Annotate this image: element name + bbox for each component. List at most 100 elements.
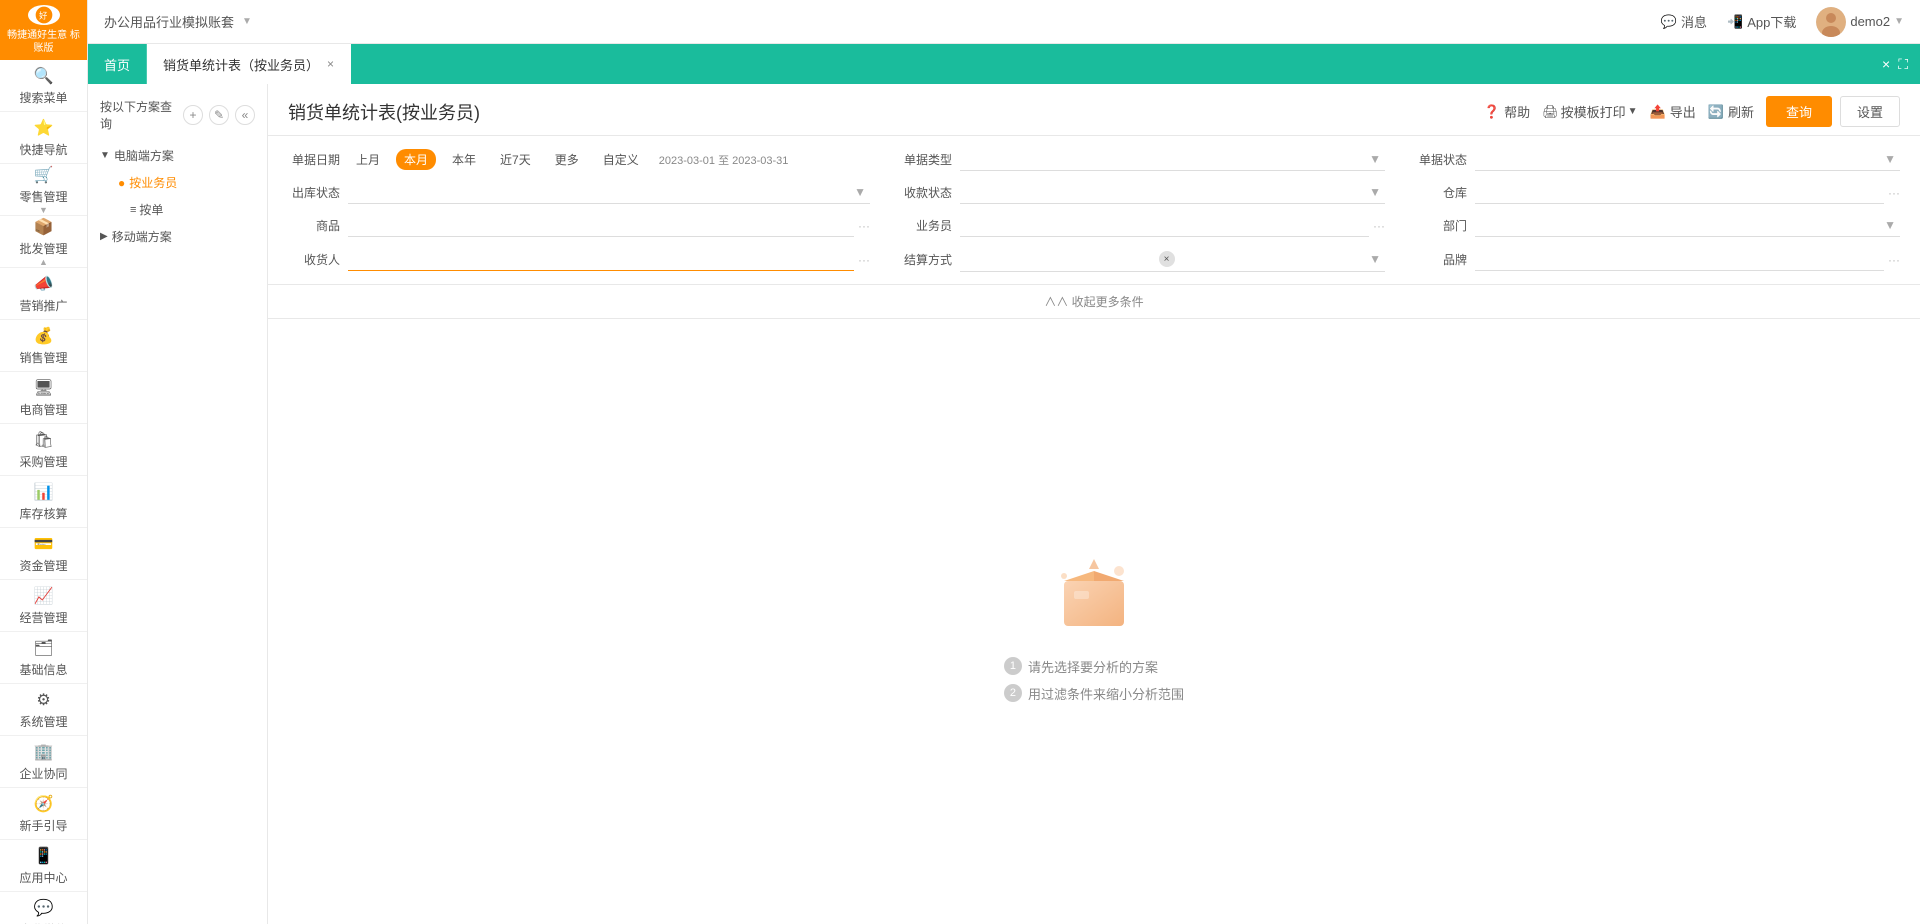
filter-department-field: 部门 ▼ xyxy=(1415,214,1900,237)
sidebar-item-operations[interactable]: 📈 经营管理 xyxy=(0,580,87,632)
receiver-label: 收货人 xyxy=(288,251,340,268)
help-icon: ❓ xyxy=(1484,104,1500,120)
help-btn[interactable]: ❓ 帮助 xyxy=(1484,102,1530,121)
sidebar-item-inventory[interactable]: 📊 库存核算 xyxy=(0,476,87,528)
ecommerce-icon: 🖥 xyxy=(33,378,53,398)
salesperson-input[interactable] xyxy=(960,214,1369,237)
window-maximize-btn[interactable]: ⛶ xyxy=(1898,56,1908,73)
sidebar-item-search[interactable]: 🔍 搜索菜单 xyxy=(0,60,87,112)
sidebar-item-wechat[interactable]: 💬 企业微信 xyxy=(0,892,87,924)
collapse-panel-btn[interactable]: « xyxy=(235,105,255,125)
department-select[interactable]: ▼ xyxy=(1475,214,1900,237)
sidebar-item-quicknav[interactable]: ⭐ 快捷导航 xyxy=(0,112,87,164)
sidebar-item-purchase[interactable]: 🛍 采购管理 xyxy=(0,424,87,476)
warehouse-more-icon[interactable]: ··· xyxy=(1888,186,1900,200)
filter-doctype-field: 单据类型 ▼ xyxy=(900,148,1385,171)
print-btn[interactable]: 🖨 按模板打印 ▼ xyxy=(1542,102,1637,121)
receivestatus-dropdown-icon: ▼ xyxy=(1369,185,1381,199)
sidebar-item-sales[interactable]: 💰 销售管理 xyxy=(0,320,87,372)
outstatus-label: 出库状态 xyxy=(288,184,340,201)
docstatus-label: 单据状态 xyxy=(1415,151,1467,168)
breadcrumb-dropdown-icon[interactable]: ▼ xyxy=(242,16,252,27)
date-btn-7days[interactable]: 近7天 xyxy=(492,149,539,170)
filter-outstatus-field: 出库状态 ▼ xyxy=(288,181,870,204)
doctype-select[interactable]: ▼ xyxy=(960,148,1385,171)
product-more-icon[interactable]: ··· xyxy=(858,219,870,233)
sidebar-item-appcenter[interactable]: 📱 应用中心 xyxy=(0,840,87,892)
filter-salesperson-field: 业务员 ··· xyxy=(900,214,1385,237)
date-label: 单据日期 xyxy=(288,151,340,168)
date-btn-thismonth[interactable]: 本月 xyxy=(396,149,436,170)
date-btn-custom[interactable]: 自定义 xyxy=(595,149,647,170)
date-btn-lastmonth[interactable]: 上月 xyxy=(348,149,388,170)
date-filter: 上月 本月 本年 近7天 更多 自定义 2023-03-01 至 2023-03… xyxy=(348,149,788,170)
tree-group-mobile[interactable]: ▶ 移动端方案 xyxy=(88,223,267,250)
sidebar-item-marketing[interactable]: 📣 营销推广 xyxy=(0,268,87,320)
retail-icon: 🛒 xyxy=(34,165,54,185)
newuser-icon: 🧭 xyxy=(34,794,54,814)
sidebar-item-ecommerce[interactable]: 🖥 电商管理 xyxy=(0,372,87,424)
tree-toggle-icon: ▼ xyxy=(100,150,110,161)
main-area: 办公用品行业模拟账套 ▼ 💬 消息 📲 App下载 demo2 ▼ 首页 xyxy=(88,0,1920,924)
warehouse-input[interactable] xyxy=(1475,181,1884,204)
quicknav-icon: ⭐ xyxy=(34,118,54,138)
user-profile[interactable]: demo2 ▼ xyxy=(1816,7,1904,37)
sidebar-item-basic[interactable]: 🗂 基础信息 xyxy=(0,632,87,684)
brand-input[interactable] xyxy=(1475,248,1884,271)
active-item-icon: ● xyxy=(118,176,125,190)
tree-subitem-order[interactable]: ≡ 按单 xyxy=(88,196,267,223)
outstatus-select[interactable]: ▼ xyxy=(348,181,870,204)
export-icon: 📤 xyxy=(1650,104,1666,120)
filter-date-field: 单据日期 上月 本月 本年 近7天 更多 自定义 2023-03-01 至 20… xyxy=(288,149,870,170)
receivestatus-select[interactable]: ▼ xyxy=(960,181,1385,204)
date-btn-more[interactable]: 更多 xyxy=(547,149,587,170)
tree-section: ▼ 电脑端方案 ● 按业务员 ≡ 按单 ▶ 移动端方案 xyxy=(88,138,267,254)
collapse-bar[interactable]: ∧∧ 收起更多条件 xyxy=(268,285,1920,319)
add-scheme-btn[interactable]: + xyxy=(183,105,203,125)
tab-sales-stat[interactable]: 销货单统计表（按业务员） × xyxy=(147,44,351,84)
setting-button[interactable]: 设置 xyxy=(1840,96,1900,127)
sidebar-item-newuser[interactable]: 🧭 新手引导 xyxy=(0,788,87,840)
filter-receiver-field: 收货人 ··· xyxy=(288,248,870,271)
tree-item-salesperson[interactable]: ● 按业务员 xyxy=(88,169,267,196)
sidebar-item-wholesale[interactable]: 📦 批发管理 ▲ xyxy=(0,216,87,268)
app-download-btn[interactable]: 📲 App下载 xyxy=(1727,12,1796,31)
user-dropdown-icon: ▼ xyxy=(1894,16,1904,27)
product-input[interactable] xyxy=(348,214,854,237)
settle-select[interactable]: × ▼ xyxy=(960,247,1385,272)
sidebar-item-system[interactable]: ⚙ 系统管理 xyxy=(0,684,87,736)
query-button[interactable]: 查询 xyxy=(1766,96,1832,127)
filter-product-field: 商品 ··· xyxy=(288,214,870,237)
receiver-more-icon[interactable]: ··· xyxy=(858,253,870,267)
brand-more-icon[interactable]: ··· xyxy=(1888,253,1900,267)
top-header: 办公用品行业模拟账套 ▼ 💬 消息 📲 App下载 demo2 ▼ xyxy=(88,0,1920,44)
messages-btn[interactable]: 💬 消息 xyxy=(1661,12,1707,31)
window-close-btn[interactable]: × xyxy=(1882,56,1890,72)
edit-scheme-btn[interactable]: ✎ xyxy=(209,105,229,125)
tab-home[interactable]: 首页 xyxy=(88,44,147,84)
sidebar-item-enterprise[interactable]: 🏢 企业协同 xyxy=(0,736,87,788)
salesperson-more-icon[interactable]: ··· xyxy=(1373,219,1385,233)
export-btn[interactable]: 📤 导出 xyxy=(1650,102,1696,121)
sales-icon: 💰 xyxy=(34,326,54,346)
sidebar-item-finance[interactable]: 💳 资金管理 xyxy=(0,528,87,580)
wholesale-icon: 📦 xyxy=(34,217,54,237)
page-actions: ❓ 帮助 🖨 按模板打印 ▼ 📤 导出 🔄 刷新 xyxy=(1484,96,1900,127)
tip-num-2: 2 xyxy=(1004,684,1022,702)
sidebar-item-retail[interactable]: 🛒 零售管理 ▼ xyxy=(0,164,87,216)
tab-close-btn[interactable]: × xyxy=(327,57,334,71)
filter-brand-field: 品牌 ··· xyxy=(1415,248,1900,271)
tree-group-desktop[interactable]: ▼ 电脑端方案 xyxy=(88,142,267,169)
purchase-icon: 🛍 xyxy=(33,430,53,450)
tree-mobile-label: 移动端方案 xyxy=(112,228,172,245)
subitem-icon: ≡ xyxy=(130,204,136,216)
date-btn-thisyear[interactable]: 本年 xyxy=(444,149,484,170)
left-panel: 按以下方案查询 + ✎ « ▼ 电脑端方案 xyxy=(88,84,268,924)
docstatus-select[interactable]: ▼ xyxy=(1475,148,1900,171)
filter-area: 单据日期 上月 本月 本年 近7天 更多 自定义 2023-03-01 至 20… xyxy=(268,136,1920,285)
refresh-btn[interactable]: 🔄 刷新 xyxy=(1708,102,1754,121)
receiver-input[interactable] xyxy=(348,248,854,271)
svg-text:好: 好 xyxy=(39,10,47,20)
filter-warehouse-field: 仓库 ··· xyxy=(1415,181,1900,204)
settle-clear-btn[interactable]: × xyxy=(1159,251,1175,267)
